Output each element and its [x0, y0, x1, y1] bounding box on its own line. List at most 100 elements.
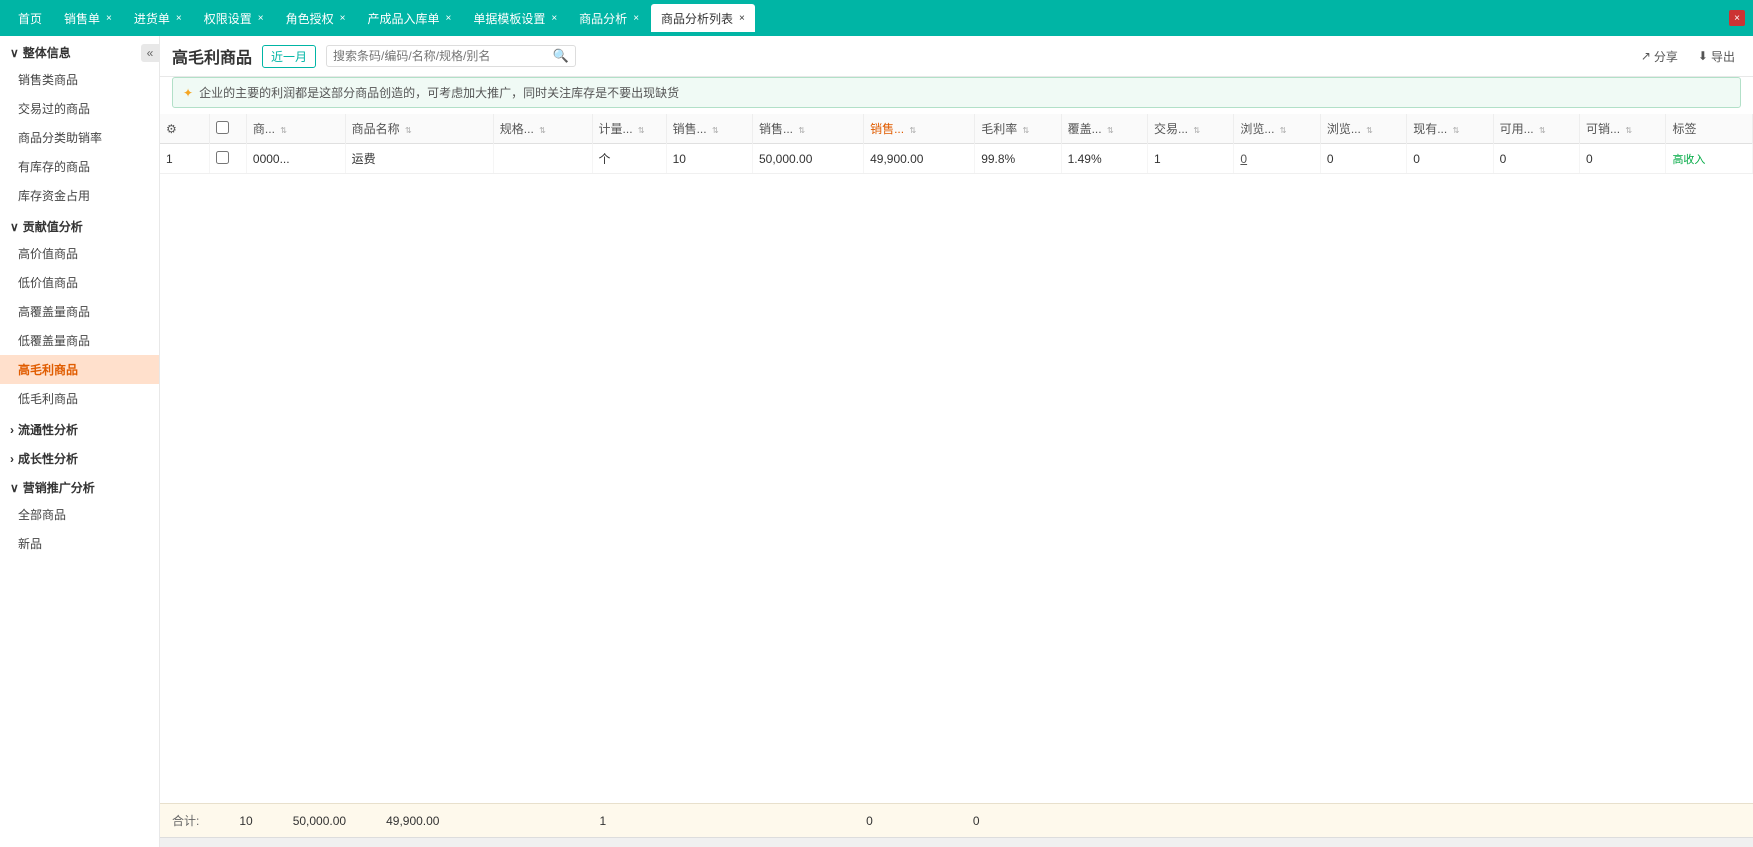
col-header-sales-qty[interactable]: 销售... ⇅ — [666, 114, 752, 144]
cell-gross-rate: 99.8% — [975, 144, 1061, 174]
col-header-stock1[interactable]: 现有... ⇅ — [1407, 114, 1493, 144]
tab-sales-label: 销售单 — [64, 10, 100, 27]
top-navigation: 首页 销售单 × 进货单 × 权限设置 × 角色授权 × 产成品入库单 × 单据… — [0, 0, 1753, 36]
period-button[interactable]: 近一月 — [262, 45, 316, 68]
sidebar-item-stocked-goods[interactable]: 有库存的商品 — [0, 152, 159, 181]
footer-stock2: 0 — [866, 814, 873, 828]
cell-browse2: 0 — [1320, 144, 1406, 174]
cell-cb — [209, 144, 246, 174]
sort-icon: ⇅ — [280, 126, 287, 135]
tab-template[interactable]: 单据模板设置 × — [463, 4, 567, 32]
sidebar: « ∨ 整体信息 销售类商品 交易过的商品 商品分类助销率 有库存的商品 库存资… — [0, 36, 160, 847]
tab-role-label: 角色授权 — [286, 10, 334, 27]
tab-analysis-label: 商品分析 — [579, 10, 627, 27]
tab-product-in[interactable]: 产成品入库单 × — [357, 4, 461, 32]
sort-icon: ⇅ — [638, 126, 645, 135]
col-header-gross-rate[interactable]: 毛利率 ⇅ — [975, 114, 1061, 144]
sort-icon: ⇅ — [1539, 126, 1546, 135]
sidebar-item-stock-capital[interactable]: 库存资金占用 — [0, 181, 159, 210]
main-layout: « ∨ 整体信息 销售类商品 交易过的商品 商品分类助销率 有库存的商品 库存资… — [0, 36, 1753, 847]
search-icon[interactable]: 🔍 — [553, 48, 569, 64]
search-input[interactable] — [333, 49, 553, 63]
close-icon[interactable]: × — [445, 13, 451, 24]
info-bar: ✦ 企业的主要的利润都是这部分商品创造的，可考虑加大推广，同时关注库存是不要出现… — [172, 77, 1741, 108]
select-all-checkbox[interactable] — [216, 121, 229, 134]
col-header-stock3[interactable]: 可销... ⇅ — [1580, 114, 1666, 144]
chevron-right-icon: › — [10, 452, 14, 466]
window-close-button[interactable]: × — [1729, 10, 1745, 26]
sidebar-group-contribution[interactable]: ∨ 贡献值分析 — [0, 210, 159, 239]
tab-sales[interactable]: 销售单 × — [54, 4, 122, 32]
close-icon[interactable]: × — [633, 13, 639, 24]
col-header-sales-amt[interactable]: 销售... ⇅ — [753, 114, 864, 144]
horizontal-scrollbar[interactable] — [160, 837, 1753, 847]
col-header-tag[interactable]: 标签 — [1666, 114, 1753, 144]
sort-icon: ⇅ — [1366, 126, 1373, 135]
sidebar-item-low-value[interactable]: 低价值商品 — [0, 268, 159, 297]
tab-analysis[interactable]: 商品分析 × — [569, 4, 649, 32]
footer-label: 合计: — [172, 812, 199, 829]
tab-home[interactable]: 首页 — [8, 4, 52, 32]
tab-permission[interactable]: 权限设置 × — [194, 4, 274, 32]
sidebar-group-marketing[interactable]: ∨ 营销推广分析 — [0, 471, 159, 500]
cell-tag: 高收入 — [1666, 144, 1753, 174]
col-header-unit[interactable]: 计量... ⇅ — [592, 114, 666, 144]
cell-stock1: 0 — [1407, 144, 1493, 174]
close-icon[interactable]: × — [258, 13, 264, 24]
col-header-cb — [209, 114, 246, 144]
close-icon[interactable]: × — [340, 13, 346, 24]
close-icon[interactable]: × — [176, 13, 182, 24]
cell-sales-qty: 10 — [666, 144, 752, 174]
cell-code: 0000... — [246, 144, 345, 174]
close-icon[interactable]: × — [106, 13, 112, 24]
cell-browse1[interactable]: 0 — [1234, 144, 1320, 174]
col-header-code[interactable]: 商... ⇅ — [246, 114, 345, 144]
data-table: ⚙ 商... ⇅ 商品名称 ⇅ — [160, 114, 1753, 174]
sidebar-collapse-button[interactable]: « — [141, 44, 159, 62]
col-header-browse1[interactable]: 浏览... ⇅ — [1234, 114, 1320, 144]
col-header-name[interactable]: 商品名称 ⇅ — [345, 114, 493, 144]
sort-icon: ⇅ — [909, 126, 916, 135]
tab-role[interactable]: 角色授权 × — [276, 4, 356, 32]
search-box: 🔍 — [326, 45, 576, 67]
sidebar-item-high-value[interactable]: 高价值商品 — [0, 239, 159, 268]
cell-unit: 个 — [592, 144, 666, 174]
close-icon[interactable]: × — [739, 13, 745, 24]
tab-home-label: 首页 — [18, 10, 42, 27]
settings-icon[interactable]: ⚙ — [166, 122, 177, 136]
sidebar-item-sales-goods[interactable]: 销售类商品 — [0, 65, 159, 94]
sidebar-item-high-coverage[interactable]: 高覆盖量商品 — [0, 297, 159, 326]
export-button[interactable]: ⬇ 导出 — [1692, 46, 1741, 67]
row-checkbox[interactable] — [216, 151, 229, 164]
col-header-sales-profit[interactable]: 销售... ⇅ — [864, 114, 975, 144]
table-row: 1 0000... 运费 个 10 50,000.00 49,900.00 99… — [160, 144, 1753, 174]
col-header-browse2[interactable]: 浏览... ⇅ — [1320, 114, 1406, 144]
tab-product-in-label: 产成品入库单 — [367, 10, 439, 27]
sidebar-item-traded-goods[interactable]: 交易过的商品 — [0, 94, 159, 123]
cell-name: 运费 — [345, 144, 493, 174]
content-header: 高毛利商品 近一月 🔍 ↗ 分享 ⬇ 导出 — [160, 36, 1753, 77]
sidebar-item-high-margin[interactable]: 高毛利商品 — [0, 355, 159, 384]
sidebar-item-category-rate[interactable]: 商品分类助销率 — [0, 123, 159, 152]
cell-spec — [493, 144, 592, 174]
close-icon[interactable]: × — [551, 13, 557, 24]
sidebar-item-low-coverage[interactable]: 低覆盖量商品 — [0, 326, 159, 355]
header-actions: ↗ 分享 ⬇ 导出 — [1635, 46, 1741, 67]
sidebar-item-low-margin[interactable]: 低毛利商品 — [0, 384, 159, 413]
share-button[interactable]: ↗ 分享 — [1635, 46, 1684, 67]
col-header-trade[interactable]: 交易... ⇅ — [1148, 114, 1234, 144]
col-header-spec[interactable]: 规格... ⇅ — [493, 114, 592, 144]
tab-analysis-list[interactable]: 商品分析列表 × — [651, 4, 755, 32]
sidebar-group-growth[interactable]: › 成长性分析 — [0, 442, 159, 471]
tab-purchase[interactable]: 进货单 × — [124, 4, 192, 32]
col-header-cover[interactable]: 覆盖... ⇅ — [1061, 114, 1147, 144]
sidebar-group-flow[interactable]: › 流通性分析 — [0, 413, 159, 442]
col-header-stock2[interactable]: 可用... ⇅ — [1493, 114, 1579, 144]
sort-icon: ⇅ — [712, 126, 719, 135]
sidebar-item-all-goods[interactable]: 全部商品 — [0, 500, 159, 529]
sidebar-item-new-goods[interactable]: 新品 — [0, 529, 159, 558]
sidebar-group-overall[interactable]: ∨ 整体信息 — [0, 36, 159, 65]
chevron-right-icon: › — [10, 423, 14, 437]
collapse-icon: « — [147, 46, 154, 60]
footer-trade: 1 — [599, 814, 606, 828]
